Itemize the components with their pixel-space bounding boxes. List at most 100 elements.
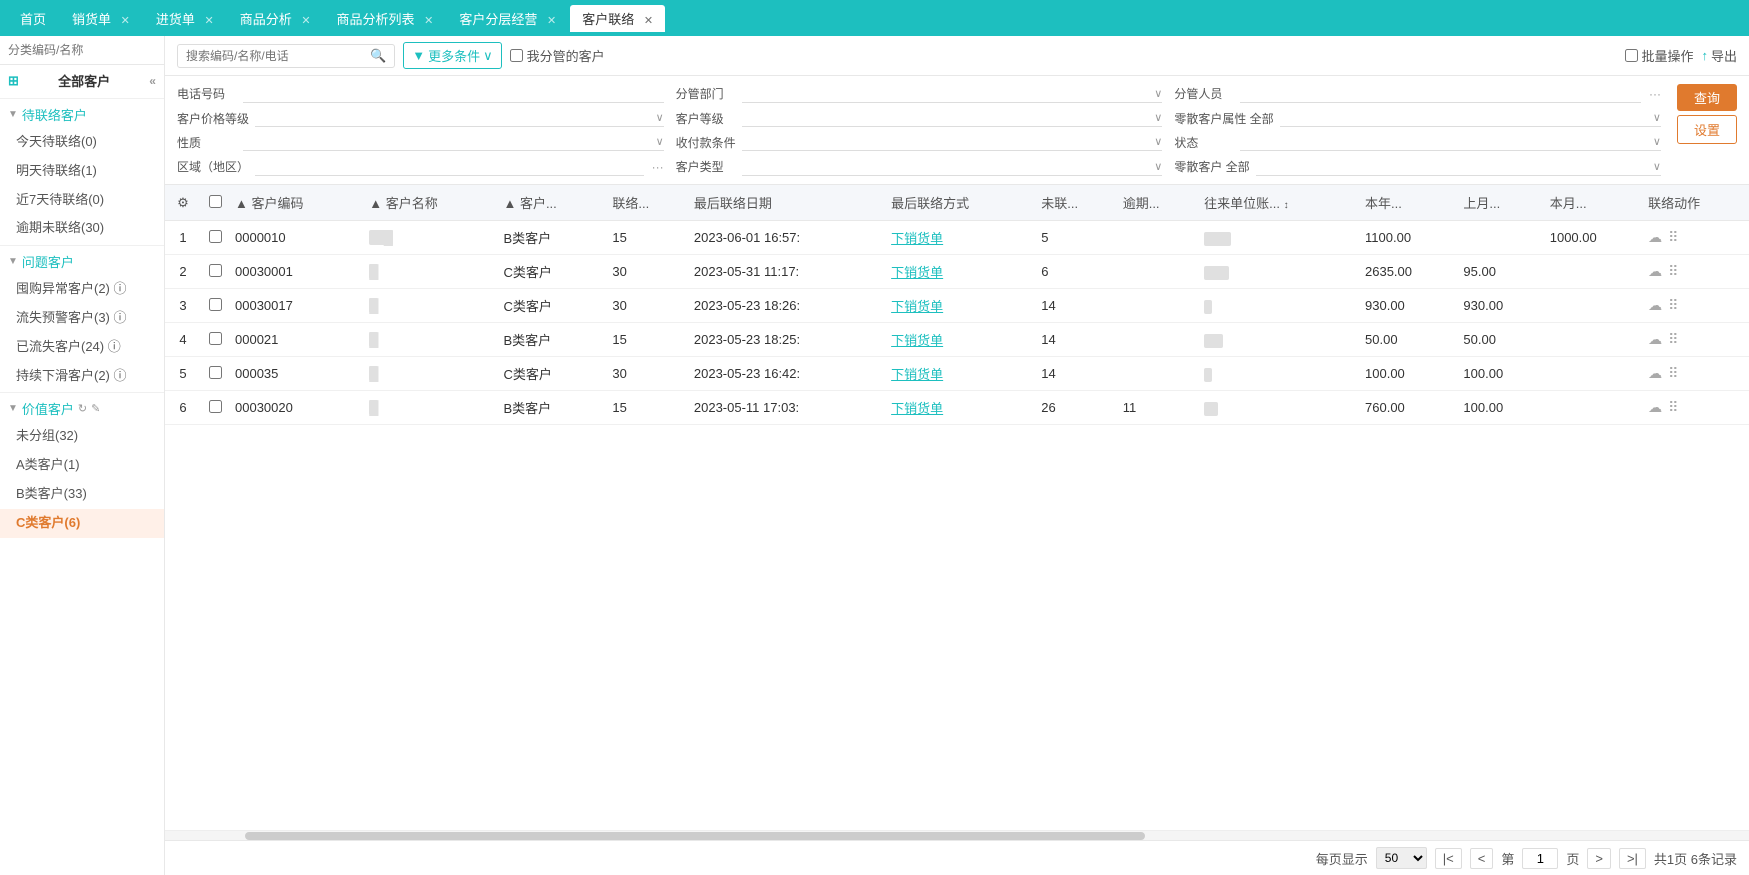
row-action[interactable]: ☁ ⠿ bbox=[1642, 289, 1749, 323]
row-checkbox[interactable] bbox=[209, 230, 222, 243]
row-action[interactable]: ☁ ⠿ bbox=[1642, 323, 1749, 357]
contact-icon[interactable]: ☁ bbox=[1648, 297, 1662, 314]
sidebar-item-overdue[interactable]: 逾期未联络(30) bbox=[0, 214, 164, 243]
row-check[interactable] bbox=[201, 323, 229, 357]
sidebar-item-hoarding[interactable]: 囤购异常客户(2) ⓘ bbox=[0, 275, 164, 304]
sidebar-item-tomorrow[interactable]: 明天待联络(1) bbox=[0, 157, 164, 186]
contact-icon[interactable]: ☁ bbox=[1648, 331, 1662, 348]
nav-customer-layer[interactable]: 客户分层经营 ✕ bbox=[447, 5, 568, 32]
page-size-select[interactable]: 50 100 200 bbox=[1376, 847, 1427, 869]
more-action-icon[interactable]: ⠿ bbox=[1668, 263, 1678, 280]
sidebar-section-problem[interactable]: 问题客户 bbox=[0, 248, 164, 275]
row-action[interactable]: ☁ ⠿ bbox=[1642, 255, 1749, 289]
more-action-icon[interactable]: ⠿ bbox=[1668, 297, 1678, 314]
filter-customer-level-select[interactable]: ∨ bbox=[742, 109, 1163, 127]
more-action-icon[interactable]: ⠿ bbox=[1668, 229, 1678, 246]
query-button[interactable]: 查询 bbox=[1677, 84, 1737, 111]
prev-page-button[interactable]: < bbox=[1470, 848, 1494, 869]
filter-region-input[interactable] bbox=[255, 157, 644, 176]
filter-status-select[interactable]: ∨ bbox=[1240, 133, 1661, 151]
contact-icon[interactable]: ☁ bbox=[1648, 399, 1662, 416]
horizontal-scrollbar[interactable] bbox=[165, 830, 1749, 840]
close-icon[interactable]: ✕ bbox=[644, 15, 653, 27]
filter-customer-type-select[interactable]: ∨ bbox=[742, 158, 1163, 176]
refresh-icon[interactable]: ↻ bbox=[78, 402, 87, 415]
sidebar-item-7days[interactable]: 近7天待联络(0) bbox=[0, 186, 164, 215]
search-input[interactable] bbox=[186, 49, 366, 63]
filter-price-level-select[interactable]: ∨ bbox=[255, 109, 664, 127]
my-customers-checkbox-wrap[interactable]: 我分管的客户 bbox=[510, 46, 605, 65]
export-button[interactable]: ↑ 导出 bbox=[1701, 46, 1737, 65]
my-customers-checkbox[interactable] bbox=[510, 49, 523, 62]
batch-ops-button[interactable]: 批量操作 bbox=[1625, 46, 1693, 65]
filter-phone-input[interactable] bbox=[243, 84, 664, 103]
row-action[interactable]: ☁ ⠿ bbox=[1642, 357, 1749, 391]
more-icon[interactable]: ··· bbox=[1649, 87, 1661, 101]
nav-purchase[interactable]: 进货单 ✕ bbox=[144, 5, 226, 32]
batch-checkbox[interactable] bbox=[1625, 49, 1638, 62]
row-last-method[interactable]: 下销货单 bbox=[885, 221, 1035, 255]
row-last-method[interactable]: 下销货单 bbox=[885, 391, 1035, 425]
filter-retail-select[interactable]: ∨ bbox=[1256, 158, 1661, 176]
row-action[interactable]: ☁ ⠿ bbox=[1642, 391, 1749, 425]
row-last-method[interactable]: 下销货单 bbox=[885, 255, 1035, 289]
close-icon[interactable]: ✕ bbox=[121, 15, 130, 27]
row-check[interactable] bbox=[201, 357, 229, 391]
filter-retail-attr-select[interactable]: ∨ bbox=[1280, 109, 1661, 127]
row-check[interactable] bbox=[201, 289, 229, 323]
last-page-button[interactable]: >| bbox=[1619, 848, 1646, 869]
collapse-icon[interactable]: « bbox=[149, 74, 156, 88]
edit-icon[interactable]: ✎ bbox=[91, 402, 100, 415]
more-conditions-button[interactable]: ▼ 更多条件 ∨ bbox=[403, 42, 501, 69]
filter-nature-select[interactable]: ∨ bbox=[243, 133, 664, 151]
close-icon[interactable]: ✕ bbox=[424, 15, 433, 27]
nav-home[interactable]: 首页 bbox=[8, 5, 58, 32]
close-icon[interactable]: ✕ bbox=[301, 15, 310, 27]
sidebar-item-churn-warning[interactable]: 流失预警客户(3) ⓘ bbox=[0, 304, 164, 333]
filter-dept-select[interactable]: ∨ bbox=[742, 85, 1163, 103]
row-checkbox[interactable] bbox=[209, 366, 222, 379]
nav-goods-list[interactable]: 商品分析列表 ✕ bbox=[325, 5, 446, 32]
col-settings[interactable]: ⚙ bbox=[165, 185, 201, 221]
page-input[interactable] bbox=[1522, 848, 1558, 869]
sidebar-item-churned[interactable]: 已流失客户(24) ⓘ bbox=[0, 333, 164, 362]
close-icon[interactable]: ✕ bbox=[547, 15, 556, 27]
sidebar-section-pending[interactable]: 待联络客户 bbox=[0, 101, 164, 128]
search-icon[interactable]: 🔍 bbox=[370, 48, 386, 64]
row-checkbox[interactable] bbox=[209, 298, 222, 311]
more-action-icon[interactable]: ⠿ bbox=[1668, 331, 1678, 348]
more-action-icon[interactable]: ⠿ bbox=[1668, 365, 1678, 382]
row-check[interactable] bbox=[201, 255, 229, 289]
close-icon[interactable]: ✕ bbox=[204, 15, 213, 27]
contact-icon[interactable]: ☁ bbox=[1648, 365, 1662, 382]
sidebar-item-c-class[interactable]: C类客户(6) bbox=[0, 509, 164, 538]
contact-icon[interactable]: ☁ bbox=[1648, 229, 1662, 246]
sidebar-item-declining[interactable]: 持续下滑客户(2) ⓘ bbox=[0, 362, 164, 391]
col-code[interactable]: ▲ 客户编码 bbox=[229, 185, 363, 221]
sidebar-item-b-class[interactable]: B类客户(33) bbox=[0, 480, 164, 509]
more-icon[interactable]: ··· bbox=[652, 160, 664, 174]
row-checkbox[interactable] bbox=[209, 332, 222, 345]
sidebar-item-today[interactable]: 今天待联络(0) bbox=[0, 128, 164, 157]
row-action[interactable]: ☁ ⠿ bbox=[1642, 221, 1749, 255]
first-page-button[interactable]: |< bbox=[1435, 848, 1462, 869]
next-page-button[interactable]: > bbox=[1587, 848, 1611, 869]
row-checkbox[interactable] bbox=[209, 400, 222, 413]
select-all-checkbox[interactable] bbox=[209, 195, 222, 208]
sidebar-item-unsorted[interactable]: 未分组(32) bbox=[0, 422, 164, 451]
settings-button[interactable]: 设置 bbox=[1677, 115, 1737, 144]
filter-payment-select[interactable]: ∨ bbox=[742, 133, 1163, 151]
row-last-method[interactable]: 下销货单 bbox=[885, 357, 1035, 391]
sidebar-item-a-class[interactable]: A类客户(1) bbox=[0, 451, 164, 480]
nav-goods-analysis[interactable]: 商品分析 ✕ bbox=[228, 5, 323, 32]
row-checkbox[interactable] bbox=[209, 264, 222, 277]
row-check[interactable] bbox=[201, 391, 229, 425]
contact-icon[interactable]: ☁ bbox=[1648, 263, 1662, 280]
row-last-method[interactable]: 下销货单 bbox=[885, 289, 1035, 323]
nav-customer-contact[interactable]: 客户联络 ✕ bbox=[570, 5, 665, 32]
nav-sales[interactable]: 销货单 ✕ bbox=[60, 5, 142, 32]
filter-person-input[interactable] bbox=[1240, 84, 1641, 103]
col-name[interactable]: ▲ 客户名称 bbox=[363, 185, 497, 221]
sidebar-search-input[interactable] bbox=[8, 43, 163, 57]
row-check[interactable] bbox=[201, 221, 229, 255]
